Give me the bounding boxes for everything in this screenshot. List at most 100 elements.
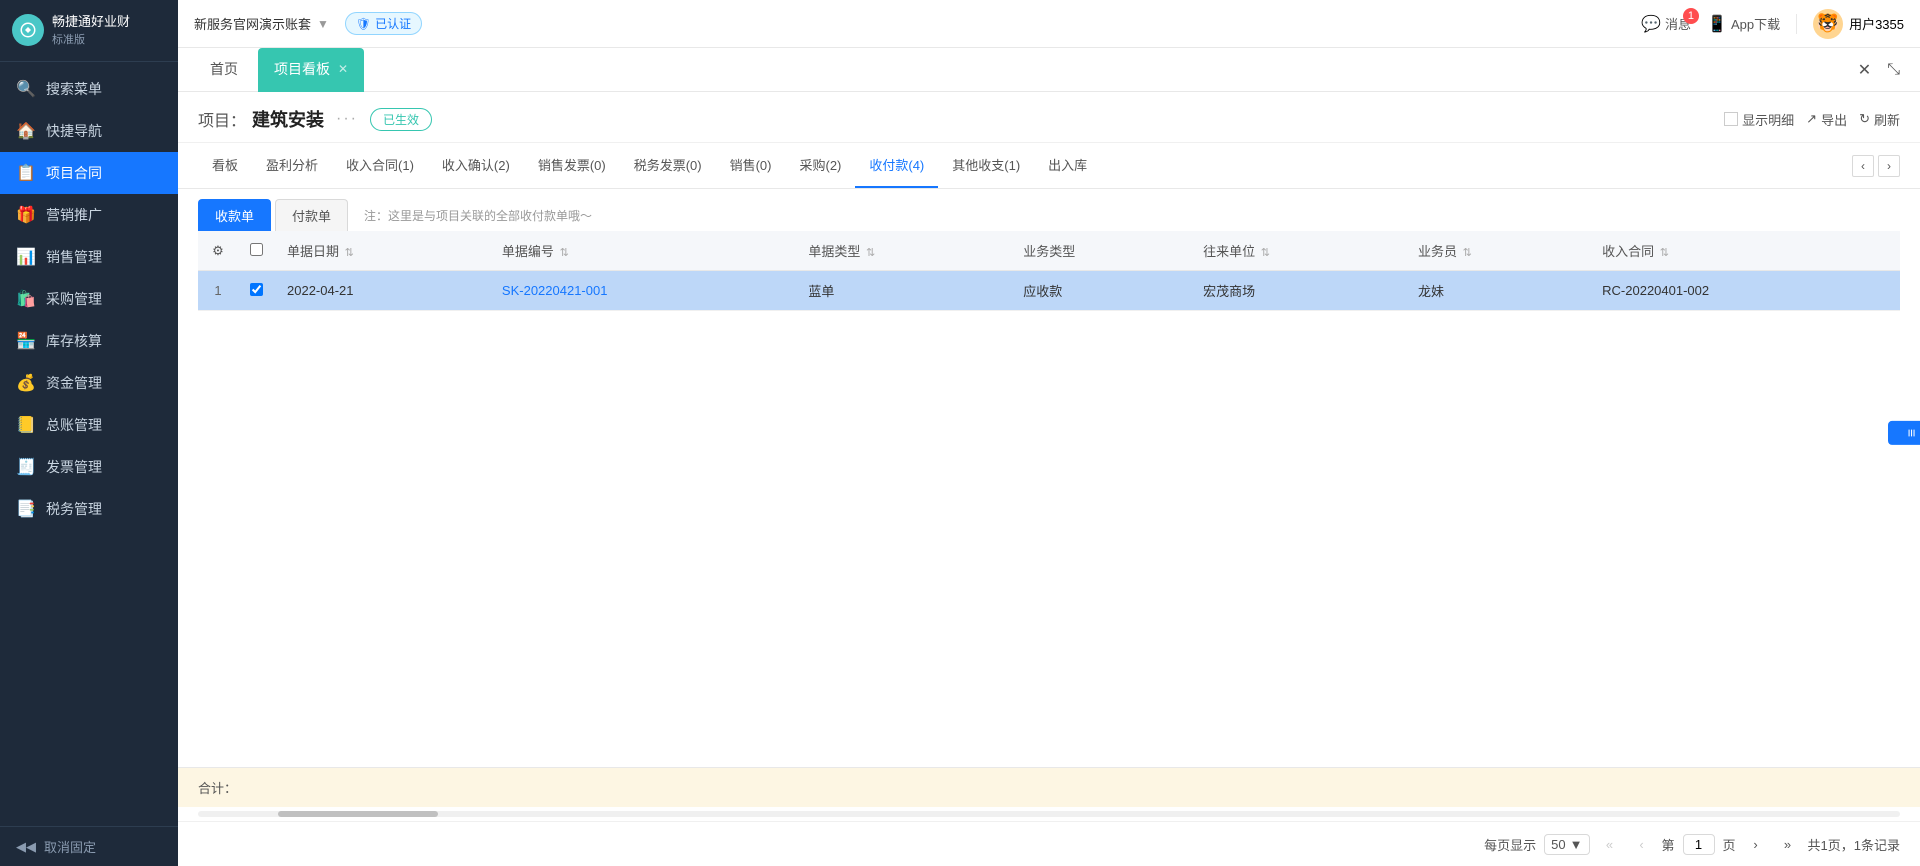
show-detail-label: 显示明细 xyxy=(1742,110,1794,129)
bag-icon: 🛍️ xyxy=(16,289,36,309)
row-num: 1 xyxy=(198,271,238,311)
money-icon: 💰 xyxy=(16,373,36,393)
col-date-label: 单据日期 xyxy=(287,244,339,259)
col-income-contract-label: 收入合同 xyxy=(1602,244,1654,259)
message-action[interactable]: 💬 消息 1 xyxy=(1641,14,1691,34)
sub-tab-purchase[interactable]: 采购(2) xyxy=(785,143,855,188)
settings-icon[interactable]: ⚙ xyxy=(212,243,224,258)
sub-tab-kanban[interactable]: 看板 xyxy=(198,143,252,188)
account-selector[interactable]: 新服务官网演示账套 ▼ xyxy=(194,14,329,33)
app-download-label: App下载 xyxy=(1731,14,1780,33)
user-info[interactable]: 🐯 用户3355 xyxy=(1813,9,1904,39)
sidebar-footer-unpin[interactable]: ◀◀ 取消固定 xyxy=(0,826,178,866)
sidebar-item-capital[interactable]: 💰 资金管理 xyxy=(0,362,178,404)
inner-tab-payment-label: 付款单 xyxy=(292,209,331,224)
project-more-icon[interactable]: ··· xyxy=(336,110,358,128)
per-page-select[interactable]: 50 ▼ xyxy=(1544,834,1589,855)
tab-close-window-button[interactable]: ✕ xyxy=(1854,56,1875,84)
sub-tabs-next-btn[interactable]: › xyxy=(1878,155,1900,177)
sidebar-item-ledger[interactable]: 📒 总账管理 xyxy=(0,404,178,446)
export-label: 导出 xyxy=(1821,110,1847,129)
sub-tab-tax-invoice-label: 税务发票(0) xyxy=(634,158,702,173)
sub-tabs-prev-btn[interactable]: ‹ xyxy=(1852,155,1874,177)
sub-tab-sales[interactable]: 销售(0) xyxy=(716,143,786,188)
col-settings[interactable]: ⚙ xyxy=(198,231,238,271)
sub-tab-tax-invoice[interactable]: 税务发票(0) xyxy=(620,143,716,188)
sidebar-item-label-quicknav: 快捷导航 xyxy=(46,121,102,141)
certified-badge: 🛡 已认证 xyxy=(345,12,422,35)
sidebar-footer-label: 取消固定 xyxy=(44,837,96,856)
row-number-link[interactable]: SK-20220421-001 xyxy=(502,283,608,298)
sidebar-header: 畅捷通好业财 标准版 xyxy=(0,0,178,62)
show-detail-checkbox[interactable] xyxy=(1724,112,1738,126)
tab-home[interactable]: 首页 xyxy=(194,48,254,92)
sub-tabs: 看板 盈利分析 收入合同(1) 收入确认(2) 销售发票(0) 税务发票(0) … xyxy=(178,143,1920,189)
show-detail-btn[interactable]: 显示明细 xyxy=(1724,110,1794,129)
pin-icon: ◀◀ xyxy=(16,839,36,855)
app-download-action[interactable]: 📱 App下载 xyxy=(1707,14,1780,34)
table-header-row: ⚙ 单据日期 ⇅ 单据编号 ⇅ xyxy=(198,231,1900,271)
last-page-btn[interactable]: » xyxy=(1776,832,1800,856)
sub-tab-payment-label: 收付款(4) xyxy=(869,158,924,173)
col-income-contract[interactable]: 收入合同 ⇅ xyxy=(1590,231,1900,271)
sidebar-item-inventory[interactable]: 🏪 库存核算 xyxy=(0,320,178,362)
chart-icon: 📊 xyxy=(16,247,36,267)
sidebar-item-invoice[interactable]: 🧾 发票管理 xyxy=(0,446,178,488)
row-checkbox-cell xyxy=(238,271,275,311)
sort-number-icon: ⇅ xyxy=(560,247,569,259)
sidebar-item-sales[interactable]: 📊 销售管理 xyxy=(0,236,178,278)
inner-tab-receipt[interactable]: 收款单 xyxy=(198,199,271,231)
refresh-btn[interactable]: ↻ 刷新 xyxy=(1859,110,1900,129)
sub-tab-profit-label: 盈利分析 xyxy=(266,158,318,173)
sidebar: 畅捷通好业财 标准版 🔍 搜索菜单 🏠 快捷导航 📋 项目合同 🎁 营销推广 📊… xyxy=(0,0,178,866)
sidebar-item-marketing[interactable]: 🎁 营销推广 xyxy=(0,194,178,236)
sidebar-item-quicknav[interactable]: 🏠 快捷导航 xyxy=(0,110,178,152)
export-btn[interactable]: ↗ 导出 xyxy=(1806,110,1847,129)
sub-tab-other-expenses[interactable]: 其他收支(1) xyxy=(938,143,1034,188)
tab-bar-right: ✕ ⤡ xyxy=(1854,56,1904,84)
project-name: 建筑安装 xyxy=(252,106,324,132)
sidebar-item-project[interactable]: 📋 项目合同 xyxy=(0,152,178,194)
next-page-btn[interactable]: › xyxy=(1744,832,1768,856)
prev-page-btn[interactable]: ‹ xyxy=(1630,832,1654,856)
sub-tab-profit[interactable]: 盈利分析 xyxy=(252,143,332,188)
sub-tab-income-confirm[interactable]: 收入确认(2) xyxy=(428,143,524,188)
col-partner[interactable]: 往来单位 ⇅ xyxy=(1191,231,1406,271)
scrollbar-thumb[interactable] xyxy=(278,811,438,817)
tab-fullscreen-button[interactable]: ⤡ xyxy=(1883,56,1904,84)
sub-tab-payment[interactable]: 收付款(4) xyxy=(855,143,938,188)
sort-date-icon: ⇅ xyxy=(345,247,354,259)
col-salesman[interactable]: 业务员 ⇅ xyxy=(1406,231,1590,271)
sub-tab-in-out[interactable]: 出入库 xyxy=(1034,143,1101,188)
table-row[interactable]: 1 2022-04-21 SK-20220421-001 蓝单 应收款 宏茂商场… xyxy=(198,271,1900,311)
row-partner: 宏茂商场 xyxy=(1191,271,1406,311)
inner-tab-payment[interactable]: 付款单 xyxy=(275,199,348,231)
horizontal-scrollbar[interactable] xyxy=(178,807,1920,821)
app-version: 标准版 xyxy=(52,31,130,47)
gift-icon: 🎁 xyxy=(16,205,36,225)
ledger-icon: 📒 xyxy=(16,415,36,435)
side-action-button[interactable]: ≡ xyxy=(1888,421,1920,445)
first-page-btn[interactable]: « xyxy=(1598,832,1622,856)
sub-tab-kanban-label: 看板 xyxy=(212,158,238,173)
sidebar-item-tax[interactable]: 📑 税务管理 xyxy=(0,488,178,530)
col-biz-type: 业务类型 xyxy=(1011,231,1191,271)
page-input[interactable] xyxy=(1683,834,1715,855)
sort-partner-icon: ⇅ xyxy=(1261,247,1270,259)
sort-salesman-icon: ⇅ xyxy=(1463,247,1472,259)
col-type[interactable]: 单据类型 ⇅ xyxy=(796,231,1011,271)
tab-close-icon[interactable]: ✕ xyxy=(338,62,348,76)
sidebar-item-search[interactable]: 🔍 搜索菜单 xyxy=(0,68,178,110)
receipt-icon: 🧾 xyxy=(16,457,36,477)
sub-tab-income-contract[interactable]: 收入合同(1) xyxy=(332,143,428,188)
message-icon: 💬 xyxy=(1641,14,1661,34)
sidebar-item-label-search: 搜索菜单 xyxy=(46,79,102,99)
shield-icon: 🛡 xyxy=(356,17,371,31)
col-number[interactable]: 单据编号 ⇅ xyxy=(490,231,796,271)
col-date[interactable]: 单据日期 ⇅ xyxy=(275,231,490,271)
sub-tab-sales-invoice[interactable]: 销售发票(0) xyxy=(524,143,620,188)
row-checkbox[interactable] xyxy=(250,283,263,296)
sidebar-item-purchase[interactable]: 🛍️ 采购管理 xyxy=(0,278,178,320)
select-all-checkbox[interactable] xyxy=(250,243,263,256)
tab-project-board[interactable]: 项目看板 ✕ xyxy=(258,48,364,92)
